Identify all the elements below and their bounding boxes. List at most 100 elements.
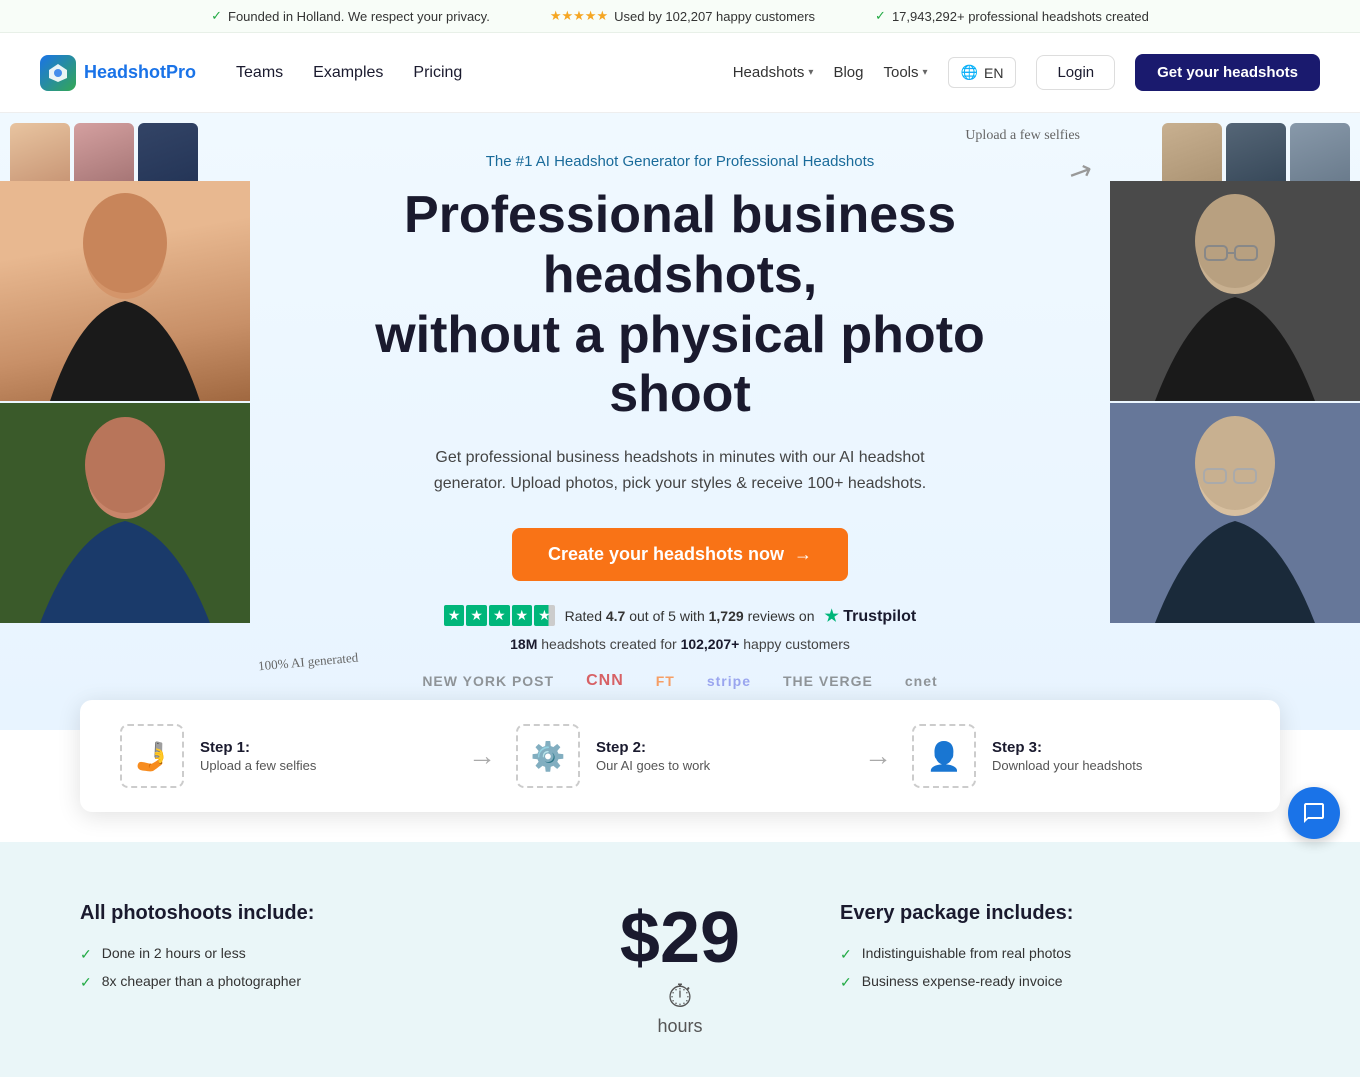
star-4: ★ (512, 605, 533, 626)
nav-tools-label: Tools (883, 64, 918, 81)
features-right: Every package includes: ✓ Indistinguisha… (840, 902, 1280, 1001)
topbar-item-1: ✓ Founded in Holland. We respect your pr… (211, 8, 490, 24)
headshots-count-row: 18M headshots created for 102,207+ happy… (510, 636, 850, 652)
star-2: ★ (466, 605, 487, 626)
press-logo-theverge: THE VERGE (783, 673, 873, 689)
step-3-desc: Download your headshots (992, 758, 1142, 773)
topbar-text-1: Founded in Holland. We respect your priv… (228, 9, 490, 24)
step-2: ⚙️ Step 2: Our AI goes to work (516, 724, 844, 788)
trust-out-of: out of 5 with (629, 608, 705, 624)
nav-blog[interactable]: Blog (833, 64, 863, 81)
star-1: ★ (444, 605, 465, 626)
step-arrow-2: → (844, 740, 912, 772)
chat-support-button[interactable] (1288, 787, 1340, 839)
trustpilot-star-icon: ★ (824, 608, 838, 625)
features-center: $29 ⏱ hours (580, 902, 780, 1037)
trust-rated-label: Rated (565, 608, 602, 624)
features-right-title: Every package includes: (840, 902, 1280, 925)
nav-headshots-dropdown[interactable]: Headshots ▾ (733, 64, 814, 81)
header-cta-button[interactable]: Get your headshots (1135, 54, 1320, 91)
topbar-item-2: ★★★★★ Used by 102,207 happy customers (550, 8, 815, 24)
hero-subtitle: The #1 AI Headshot Generator for Profess… (350, 153, 1010, 170)
feature-item-1: ✓ Done in 2 hours or less (80, 945, 520, 963)
check-icon-fr1: ✓ (840, 946, 852, 963)
check-icon-f1: ✓ (80, 946, 92, 963)
chat-icon (1302, 801, 1326, 825)
step-1-desc: Upload a few selfies (200, 758, 316, 773)
check-icon-1: ✓ (211, 8, 222, 24)
trustpilot-logo: ★ Trustpilot (824, 606, 916, 626)
stars-icon: ★★★★★ (550, 8, 608, 24)
top-bar: ✓ Founded in Holland. We respect your pr… (0, 0, 1360, 33)
step-1-title: Step 1: (200, 739, 316, 756)
star-3: ★ (489, 605, 510, 626)
feature-text-r2: Business expense-ready invoice (862, 973, 1063, 989)
logo-icon (40, 55, 76, 91)
nav-right: Headshots ▾ Blog Tools ▾ 🌐 EN Login Get … (733, 54, 1320, 91)
nav-left: Teams Examples Pricing (236, 64, 462, 82)
step-3: 👤 Step 3: Download your headshots (912, 724, 1240, 788)
steps-bar: 🤳 Step 1: Upload a few selfies → ⚙️ Step… (80, 700, 1280, 812)
step-arrow-1: → (448, 740, 516, 772)
nav-teams[interactable]: Teams (236, 64, 283, 82)
chevron-down-icon-tools: ▾ (923, 67, 928, 78)
trust-reviews: 1,729 (709, 608, 744, 624)
lang-label: EN (984, 65, 1003, 81)
features-left-title: All photoshoots include: (80, 902, 520, 925)
login-button[interactable]: Login (1036, 55, 1115, 90)
step-2-content: Step 2: Our AI goes to work (596, 739, 710, 773)
download-icon: 👤 (927, 740, 962, 773)
feature-item-2: ✓ 8x cheaper than a photographer (80, 973, 520, 991)
feature-item-r2: ✓ Business expense-ready invoice (840, 973, 1280, 991)
check-icon-f2: ✓ (80, 974, 92, 991)
hero-section: Upload a few selfies ↗ 100% AI generated… (0, 113, 1360, 730)
topbar-text-2: Used by 102,207 happy customers (614, 9, 815, 24)
headshots-suffix: happy customers (743, 636, 850, 652)
price-unit-label: hours (580, 1016, 780, 1037)
feature-text-2: 8x cheaper than a photographer (102, 973, 301, 989)
step-2-desc: Our AI goes to work (596, 758, 710, 773)
trust-rated: Rated 4.7 out of 5 with 1,729 reviews on (565, 608, 815, 624)
price-unit: ⏱ hours (580, 978, 780, 1037)
step-1-icon: 🤳 (120, 724, 184, 788)
headshots-number: 18M (510, 636, 537, 652)
features-section: All photoshoots include: ✓ Done in 2 hou… (0, 842, 1360, 1077)
hero-photo-left-bottom (0, 403, 250, 623)
hero-description: Get professional business headshots in m… (400, 445, 960, 496)
nav-tools-dropdown[interactable]: Tools ▾ (883, 64, 927, 81)
chevron-down-icon-headshots: ▾ (808, 67, 813, 78)
press-logo-cnet: cnet (905, 673, 938, 689)
logo[interactable]: HeadshotPro (40, 55, 196, 91)
language-button[interactable]: 🌐 EN (948, 57, 1017, 88)
hero-cta-button[interactable]: Create your headshots now → (512, 528, 848, 581)
features-left: All photoshoots include: ✓ Done in 2 hou… (80, 902, 520, 1001)
feature-text-1: Done in 2 hours or less (102, 945, 246, 961)
press-logos-row: NEW YORK POST CNN FT stripe THE VERGE cn… (422, 672, 937, 690)
check-icon-3: ✓ (875, 8, 886, 24)
upload-selfie-icon: 🤳 (135, 740, 170, 773)
step-3-content: Step 3: Download your headshots (992, 739, 1142, 773)
step-3-icon: 👤 (912, 724, 976, 788)
headshots-text: headshots created for (541, 636, 676, 652)
trust-section: ★ ★ ★ ★ ★ Rated 4.7 out of 5 with 1,729 … (350, 605, 1010, 690)
nav-examples[interactable]: Examples (313, 64, 383, 82)
feature-item-r1: ✓ Indistinguishable from real photos (840, 945, 1280, 963)
arrow-icon: → (794, 544, 812, 565)
star-5: ★ (534, 605, 555, 626)
check-icon-fr2: ✓ (840, 974, 852, 991)
hero-title-line1: Professional business headshots, (404, 186, 956, 304)
topbar-text-3: 17,943,292+ professional headshots creat… (892, 9, 1149, 24)
price-display: $29 (580, 902, 780, 974)
feature-text-r1: Indistinguishable from real photos (862, 945, 1071, 961)
upload-arrow-icon: ↗ (1063, 152, 1098, 192)
nav-headshots-label: Headshots (733, 64, 805, 81)
hero-cta-label: Create your headshots now (548, 544, 784, 565)
nav-pricing[interactable]: Pricing (413, 64, 462, 82)
hero-photo-right-top (1110, 181, 1360, 401)
trustpilot-stars: ★ ★ ★ ★ ★ (444, 605, 555, 626)
step-2-icon: ⚙️ (516, 724, 580, 788)
hero-photo-left-top (0, 181, 250, 401)
hero-title: Professional business headshots, without… (350, 186, 1010, 425)
press-logo-nypost: NEW YORK POST (422, 673, 554, 689)
ai-processing-icon: ⚙️ (531, 740, 566, 773)
